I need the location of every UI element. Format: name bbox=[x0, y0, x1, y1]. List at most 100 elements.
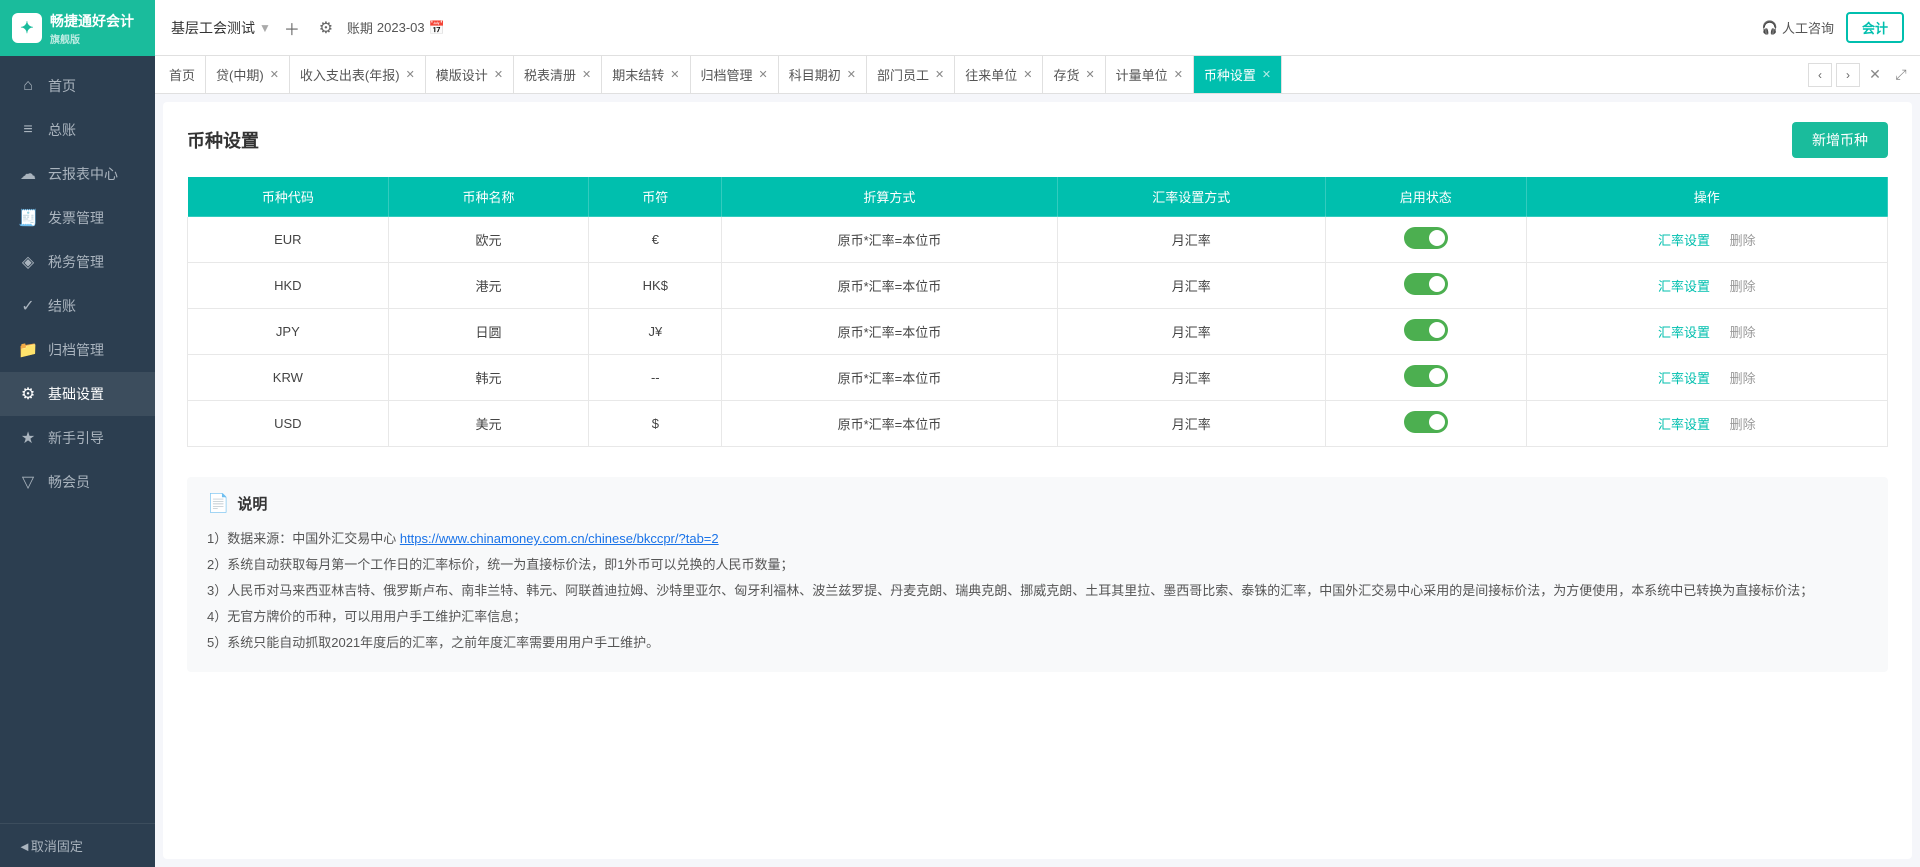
unpin-button[interactable]: ◄取消固定 bbox=[0, 823, 155, 867]
tab-period-end-close[interactable]: ✕ bbox=[670, 68, 679, 81]
content-area: 币种设置 新增币种 币种代码 币种名称 币符 折算方式 汇率设置方式 启用状态 … bbox=[163, 102, 1912, 859]
tab-inventory-close[interactable]: ✕ bbox=[1085, 68, 1094, 81]
tab-currency[interactable]: 币种设置 ✕ bbox=[1194, 56, 1282, 94]
cell-calc-3: 原币*汇率=本位币 bbox=[722, 355, 1057, 401]
tab-subjects-label: 科目期初 bbox=[789, 65, 841, 84]
cell-action-3: 汇率设置 删除 bbox=[1526, 355, 1887, 401]
cell-calc-4: 原币*汇率=本位币 bbox=[722, 401, 1057, 447]
rate-set-3[interactable]: 汇率设置 bbox=[1658, 371, 1710, 386]
toggle-2[interactable] bbox=[1404, 319, 1448, 341]
toggle-3[interactable] bbox=[1404, 365, 1448, 387]
add-tab-button[interactable]: ＋ bbox=[279, 15, 305, 41]
cell-rate-0: 月汇率 bbox=[1057, 217, 1325, 263]
tab-period-end[interactable]: 期末结转 ✕ bbox=[602, 56, 690, 94]
support-button[interactable]: 🎧 人工咨询 bbox=[1762, 18, 1834, 37]
delete-1[interactable]: 删除 bbox=[1730, 279, 1756, 294]
sidebar-label-archive: 归档管理 bbox=[48, 340, 104, 360]
sidebar-item-member[interactable]: ▽ 畅会员 bbox=[0, 460, 155, 504]
notice-item: 3）人民币对马来西亚林吉特、俄罗斯卢布、南非兰特、韩元、阿联酋迪拉姆、沙特里亚尔… bbox=[207, 578, 1868, 604]
cell-status-0[interactable] bbox=[1325, 217, 1526, 263]
tab-template-label: 模版设计 bbox=[436, 65, 488, 84]
period-value: 2023-03 bbox=[377, 20, 425, 35]
topbar-right: 🎧 人工咨询 会计 bbox=[1762, 12, 1904, 43]
guide-icon: ★ bbox=[18, 428, 38, 448]
tab-template-close[interactable]: ✕ bbox=[494, 68, 503, 81]
tab-partners[interactable]: 往来单位 ✕ bbox=[955, 56, 1043, 94]
sidebar-item-guide[interactable]: ★ 新手引导 bbox=[0, 416, 155, 460]
tab-maximize-button[interactable]: ⤢ bbox=[1890, 64, 1912, 86]
table-header-row: 币种代码 币种名称 币符 折算方式 汇率设置方式 启用状态 操作 bbox=[188, 177, 1888, 217]
tab-tax-close[interactable]: ✕ bbox=[582, 68, 591, 81]
new-currency-button[interactable]: 新增币种 bbox=[1792, 122, 1888, 158]
tab-income[interactable]: 收入支出表(年报) ✕ bbox=[290, 56, 426, 94]
delete-0[interactable]: 删除 bbox=[1730, 233, 1756, 248]
delete-2[interactable]: 删除 bbox=[1730, 325, 1756, 340]
tab-next-button[interactable]: › bbox=[1836, 63, 1860, 87]
cell-rate-1: 月汇率 bbox=[1057, 263, 1325, 309]
sidebar-item-checkout[interactable]: ✓ 结账 bbox=[0, 284, 155, 328]
tab-partners-label: 往来单位 bbox=[965, 65, 1017, 84]
tab-close-all-button[interactable]: ✕ bbox=[1864, 64, 1886, 86]
tab-unit-close[interactable]: ✕ bbox=[1174, 68, 1183, 81]
rate-set-2[interactable]: 汇率设置 bbox=[1658, 325, 1710, 340]
sidebar-item-ledger[interactable]: ≡ 总账 bbox=[0, 108, 155, 152]
tab-currency-close[interactable]: ✕ bbox=[1262, 68, 1271, 81]
cell-rate-4: 月汇率 bbox=[1057, 401, 1325, 447]
currency-table: 币种代码 币种名称 币符 折算方式 汇率设置方式 启用状态 操作 EUR 欧元 … bbox=[187, 176, 1888, 447]
account-button[interactable]: 会计 bbox=[1846, 12, 1904, 43]
cell-rate-3: 月汇率 bbox=[1057, 355, 1325, 401]
tab-tax[interactable]: 税表清册 ✕ bbox=[514, 56, 602, 94]
toggle-1[interactable] bbox=[1404, 273, 1448, 295]
page-header: 币种设置 新增币种 bbox=[187, 122, 1888, 158]
tab-dept-close[interactable]: ✕ bbox=[935, 68, 944, 81]
cell-rate-2: 月汇率 bbox=[1057, 309, 1325, 355]
calendar-icon[interactable]: 📅 bbox=[429, 20, 445, 36]
cell-status-4[interactable] bbox=[1325, 401, 1526, 447]
invoice-icon: 🧾 bbox=[18, 208, 38, 228]
checkout-icon: ✓ bbox=[18, 296, 38, 316]
toggle-4[interactable] bbox=[1404, 411, 1448, 433]
rate-set-4[interactable]: 汇率设置 bbox=[1658, 417, 1710, 432]
sidebar-label-ledger: 总账 bbox=[48, 120, 76, 140]
sidebar-item-settings[interactable]: ⚙ 基础设置 bbox=[0, 372, 155, 416]
tab-partners-close[interactable]: ✕ bbox=[1023, 68, 1032, 81]
cell-status-2[interactable] bbox=[1325, 309, 1526, 355]
tab-dept[interactable]: 部门员工 ✕ bbox=[867, 56, 955, 94]
rate-set-0[interactable]: 汇率设置 bbox=[1658, 233, 1710, 248]
notice-item: 2）系统自动获取每月第一个工作日的汇率标价，统一为直接标价法，即1外币可以兑换的… bbox=[207, 552, 1868, 578]
company-selector[interactable]: 基层工会测试 ▼ bbox=[171, 18, 271, 38]
toggle-0[interactable] bbox=[1404, 227, 1448, 249]
cell-name-3: 韩元 bbox=[388, 355, 589, 401]
tab-prev-button[interactable]: ‹ bbox=[1808, 63, 1832, 87]
settings-button[interactable]: ⚙ bbox=[313, 15, 339, 41]
sidebar-item-tax[interactable]: ◈ 税务管理 bbox=[0, 240, 155, 284]
tab-balance[interactable]: 贷(中期) ✕ bbox=[206, 56, 290, 94]
sidebar-item-reports[interactable]: ☁ 云报表中心 bbox=[0, 152, 155, 196]
rate-set-1[interactable]: 汇率设置 bbox=[1658, 279, 1710, 294]
cell-status-1[interactable] bbox=[1325, 263, 1526, 309]
tab-home[interactable]: 首页 bbox=[159, 56, 206, 94]
tab-inventory[interactable]: 存货 ✕ bbox=[1043, 56, 1105, 94]
tab-balance-close[interactable]: ✕ bbox=[270, 68, 279, 81]
tab-subjects-close[interactable]: ✕ bbox=[847, 68, 856, 81]
tab-subjects[interactable]: 科目期初 ✕ bbox=[779, 56, 867, 94]
sidebar: ✦ 畅捷通好会计 旗舰版 ⌂ 首页 ≡ 总账 ☁ 云报表中心 🧾 发票管理 ◈ … bbox=[0, 0, 155, 867]
cell-status-3[interactable] bbox=[1325, 355, 1526, 401]
cell-symbol-2: J¥ bbox=[589, 309, 722, 355]
tab-archive-close[interactable]: ✕ bbox=[759, 68, 768, 81]
tab-income-close[interactable]: ✕ bbox=[406, 68, 415, 81]
sidebar-item-invoice[interactable]: 🧾 发票管理 bbox=[0, 196, 155, 240]
tab-template[interactable]: 模版设计 ✕ bbox=[426, 56, 514, 94]
support-label: 人工咨询 bbox=[1782, 18, 1834, 37]
cell-code-1: HKD bbox=[188, 263, 389, 309]
sidebar-item-home[interactable]: ⌂ 首页 bbox=[0, 64, 155, 108]
delete-3[interactable]: 删除 bbox=[1730, 371, 1756, 386]
sidebar-item-archive[interactable]: 📁 归档管理 bbox=[0, 328, 155, 372]
tab-unit[interactable]: 计量单位 ✕ bbox=[1106, 56, 1194, 94]
tab-archive[interactable]: 归档管理 ✕ bbox=[691, 56, 779, 94]
table-row: EUR 欧元 € 原币*汇率=本位币 月汇率 汇率设置 删除 bbox=[188, 217, 1888, 263]
delete-4[interactable]: 删除 bbox=[1730, 417, 1756, 432]
cell-code-0: EUR bbox=[188, 217, 389, 263]
china-money-link[interactable]: https://www.chinamoney.com.cn/chinese/bk… bbox=[400, 531, 719, 546]
notice-list: 1）数据来源：中国外汇交易中心 https://www.chinamoney.c… bbox=[207, 526, 1868, 656]
